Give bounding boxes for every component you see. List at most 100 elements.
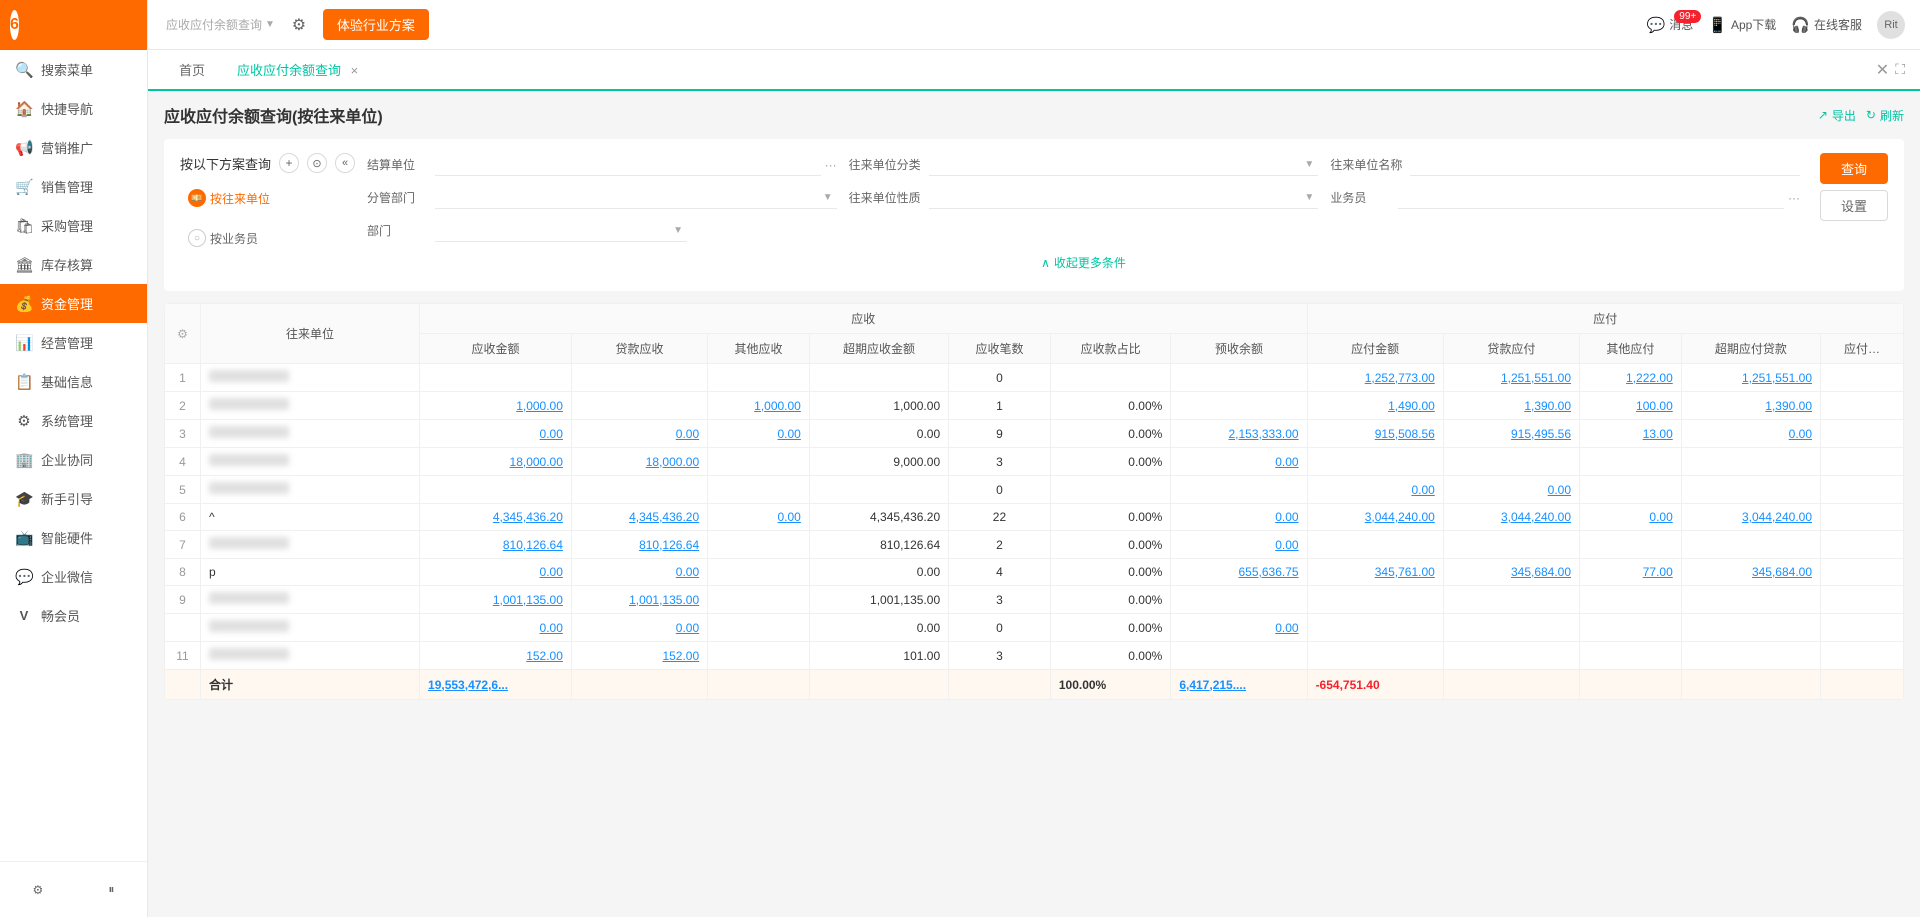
table-cell[interactable]: 3,044,240.00 xyxy=(1307,504,1443,531)
table-cell[interactable]: 1,390.00 xyxy=(1443,392,1579,420)
vendor-nature-select[interactable] xyxy=(929,186,1319,209)
table-cell[interactable]: 0.00 xyxy=(1171,504,1307,531)
table-cell[interactable]: 152.00 xyxy=(571,642,707,670)
window-expand-icon[interactable]: ⛶ xyxy=(1895,61,1905,78)
table-cell[interactable]: 13.00 xyxy=(1580,420,1682,448)
table-cell[interactable]: 1,222.00 xyxy=(1580,364,1682,392)
settlement-dots-icon[interactable]: ··· xyxy=(825,158,837,172)
sidebar-item-operation[interactable]: 📊 经营管理 xyxy=(0,323,147,362)
table-cell[interactable]: 345,684.00 xyxy=(1443,559,1579,586)
table-cell[interactable]: 1,000.00 xyxy=(420,392,572,420)
table-cell[interactable]: 0.00 xyxy=(571,614,707,642)
tab-close-icon[interactable]: × xyxy=(351,63,359,78)
table-cell[interactable]: 77.00 xyxy=(1580,559,1682,586)
promo-button[interactable]: 体验行业方案 xyxy=(323,9,429,40)
table-cell[interactable]: 345,761.00 xyxy=(1307,559,1443,586)
refresh-button[interactable]: ↻ 刷新 xyxy=(1866,107,1904,124)
table-cell[interactable]: 0.00 xyxy=(708,504,810,531)
export-button[interactable]: ↗ 导出 xyxy=(1818,107,1856,124)
table-cell[interactable]: 1,251,551.00 xyxy=(1443,364,1579,392)
table-cell[interactable]: 345,684.00 xyxy=(1681,559,1820,586)
table-cell[interactable]: 4,345,436.20 xyxy=(571,504,707,531)
sidebar-item-sales[interactable]: 🛒 销售管理 xyxy=(0,167,147,206)
filter-option-staff[interactable]: ○ 按业务员 xyxy=(180,225,266,251)
table-cell[interactable]: 0.00 xyxy=(1580,504,1682,531)
sidebar-item-wechat[interactable]: 💬 企业微信 xyxy=(0,557,147,596)
online-service-btn[interactable]: 🎧 在线客服 xyxy=(1791,16,1862,34)
table-cell[interactable]: 0.00 xyxy=(420,420,572,448)
vendor-category-select[interactable] xyxy=(929,153,1319,176)
sidebar-item-marketing[interactable]: 📢 营销推广 xyxy=(0,128,147,167)
salesman-input[interactable] xyxy=(1398,186,1784,209)
table-row: 418,000.0018,000.009,000.0030.00%0.00 xyxy=(165,448,1904,476)
table-cell[interactable]: 3,044,240.00 xyxy=(1443,504,1579,531)
table-cell[interactable]: 1,390.00 xyxy=(1681,392,1820,420)
topbar-gear-btn[interactable]: ⚙ xyxy=(285,11,313,39)
query-button[interactable]: 查询 xyxy=(1820,153,1888,184)
table-cell[interactable]: 810,126.64 xyxy=(571,531,707,559)
filter-settings-button[interactable]: ⊙ xyxy=(307,153,327,173)
dept-select[interactable] xyxy=(435,219,687,242)
vendor-name-cell xyxy=(201,364,420,392)
sidebar-item-finance[interactable]: 💰 资金管理 xyxy=(0,284,147,323)
table-cell[interactable]: 0.00 xyxy=(1681,420,1820,448)
footer-empty xyxy=(165,670,201,700)
table-cell[interactable]: 1,001,135.00 xyxy=(420,586,572,614)
filter-add-button[interactable]: + xyxy=(279,153,299,173)
sidebar-item-inventory[interactable]: 🏛 库存核算 xyxy=(0,245,147,284)
table-cell[interactable]: 0.00 xyxy=(420,614,572,642)
table-cell[interactable]: 915,495.56 xyxy=(1443,420,1579,448)
table-cell[interactable]: 1,251,551.00 xyxy=(1681,364,1820,392)
table-cell[interactable]: 0.00 xyxy=(571,420,707,448)
collapse-label: 收起更多条件 xyxy=(1054,254,1126,271)
settlement-input[interactable] xyxy=(435,153,821,176)
footer-ar-prepay: 6,417,215.... xyxy=(1171,670,1307,700)
table-cell[interactable]: 915,508.56 xyxy=(1307,420,1443,448)
avatar-image: Rit xyxy=(1877,11,1905,39)
table-cell[interactable]: 0.00 xyxy=(1171,531,1307,559)
table-cell[interactable]: 0.00 xyxy=(1443,476,1579,504)
message-btn[interactable]: 💬 消息 99+ xyxy=(1647,16,1694,34)
table-cell[interactable]: 1,000.00 xyxy=(708,392,810,420)
app-download-btn[interactable]: 📱 App下载 xyxy=(1708,16,1776,34)
table-cell[interactable]: 0.00 xyxy=(1171,448,1307,476)
table-cell[interactable]: 1,490.00 xyxy=(1307,392,1443,420)
sidebar-item-search[interactable]: 🔍 搜索菜单 xyxy=(0,50,147,89)
sidebar-item-member[interactable]: V 畅会员 xyxy=(0,596,147,635)
table-cell[interactable]: 0.00 xyxy=(708,420,810,448)
vendor-name-input[interactable] xyxy=(1410,153,1800,176)
filter-collapse-btn[interactable]: ∧ 收起更多条件 xyxy=(367,248,1800,277)
filter-option-vendor[interactable]: 💴 按往来单位 xyxy=(180,185,278,211)
table-cell[interactable]: 655,636.75 xyxy=(1171,559,1307,586)
table-cell: 11 xyxy=(165,642,201,670)
table-cell[interactable]: 100.00 xyxy=(1580,392,1682,420)
sidebar-item-enterprise[interactable]: 🏢 企业协同 xyxy=(0,440,147,479)
table-cell[interactable]: 3,044,240.00 xyxy=(1681,504,1820,531)
sidebar-settings-btn[interactable]: ⚙ xyxy=(18,874,59,905)
table-cell[interactable]: 18,000.00 xyxy=(571,448,707,476)
table-cell[interactable]: 18,000.00 xyxy=(420,448,572,476)
sidebar-item-purchase[interactable]: 🛍 采购管理 xyxy=(0,206,147,245)
table-cell[interactable]: 0.00 xyxy=(571,559,707,586)
table-cell[interactable]: 1,252,773.00 xyxy=(1307,364,1443,392)
sidebar-item-basic[interactable]: 📋 基础信息 xyxy=(0,362,147,401)
table-cell[interactable]: 0.00 xyxy=(1307,476,1443,504)
sidebar-item-quick-nav[interactable]: 🏠 快捷导航 xyxy=(0,89,147,128)
sidebar-collapse-btn[interactable]: ⏸ xyxy=(93,874,129,905)
user-avatar[interactable]: Rit xyxy=(1877,11,1905,39)
table-cell[interactable]: 1,001,135.00 xyxy=(571,586,707,614)
table-cell[interactable]: 4,345,436.20 xyxy=(420,504,572,531)
sidebar-item-hardware[interactable]: 📺 智能硬件 xyxy=(0,518,147,557)
settings-button[interactable]: 设置 xyxy=(1820,190,1888,221)
table-cell[interactable]: 810,126.64 xyxy=(420,531,572,559)
table-cell[interactable]: 0.00 xyxy=(420,559,572,586)
table-cell[interactable]: 0.00 xyxy=(1171,614,1307,642)
tab-ar-ap[interactable]: 应收应付余额查询 × xyxy=(221,50,374,91)
window-close-icon[interactable]: ✕ xyxy=(1876,60,1889,80)
salesman-dots-icon[interactable]: ··· xyxy=(1788,191,1800,205)
table-cell[interactable]: 2,153,333.00 xyxy=(1171,420,1307,448)
filter-collapse-small-button[interactable]: « xyxy=(335,153,355,173)
dept-manager-select[interactable] xyxy=(435,186,837,209)
table-cell[interactable]: 152.00 xyxy=(420,642,572,670)
sidebar-item-system[interactable]: ⚙ 系统管理 xyxy=(0,401,147,440)
